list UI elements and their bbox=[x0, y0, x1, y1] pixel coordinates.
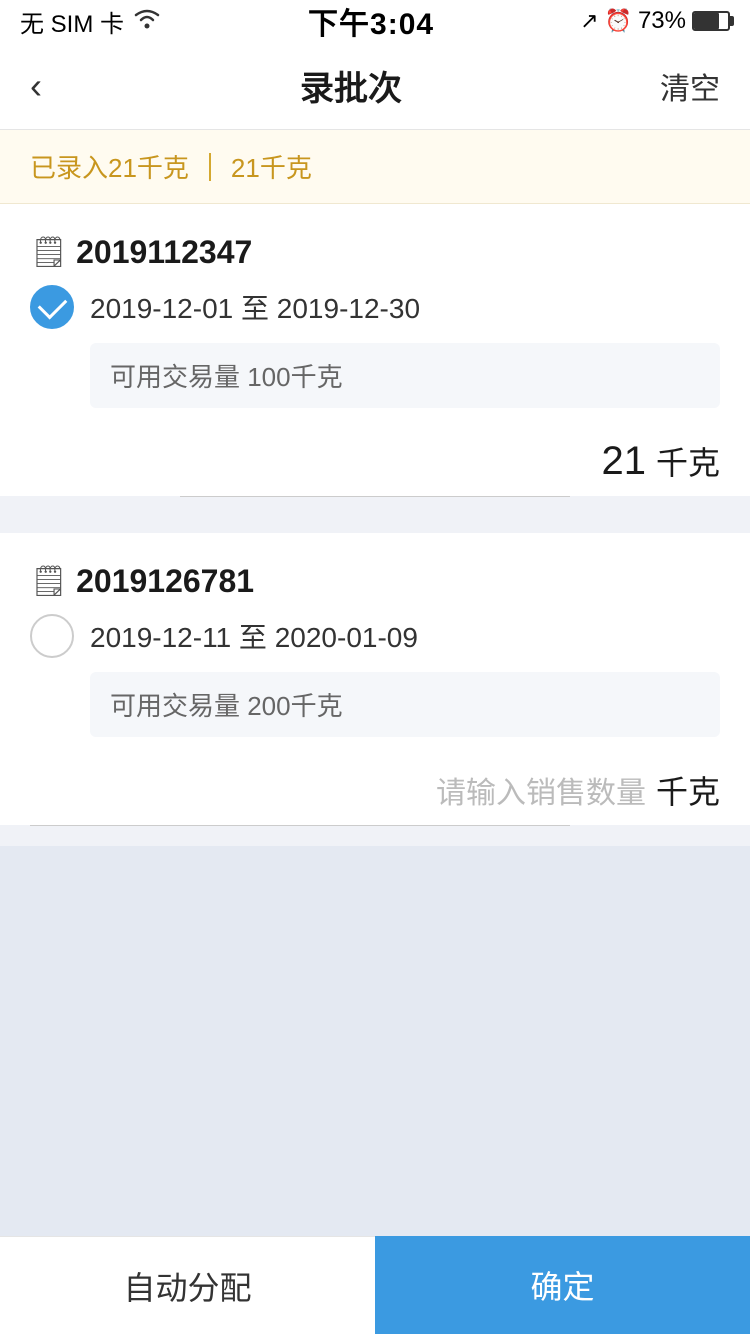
info-banner: 已录入21千克 21千克 bbox=[0, 130, 750, 204]
batch1-id: 2019112347 bbox=[76, 234, 252, 271]
nav-bar: ‹ 录批次 清空 bbox=[0, 42, 750, 130]
status-bar: 无 SIM 卡 下午3:04 ↗ ⏰ 73% bbox=[0, 0, 750, 42]
location-icon: ↗ bbox=[580, 8, 598, 34]
alarm-icon: ⏰ bbox=[605, 8, 632, 34]
batch2-id: 2019126781 bbox=[76, 563, 254, 600]
batch2-card: 🗒 2019126781 2019-12-11 至 2020-01-09 可用交… bbox=[0, 533, 750, 747]
total-amount: 21千克 bbox=[231, 148, 312, 185]
batch1-date-range: 2019-12-01 至 2019-12-30 bbox=[90, 287, 420, 327]
wifi-icon bbox=[132, 7, 162, 36]
status-time: 下午3:04 bbox=[308, 0, 434, 43]
batch1-card: 🗒 2019112347 2019-12-01 至 2019-12-30 可用交… bbox=[0, 204, 750, 418]
batch2-quantity-placeholder: 请输入销售数量 bbox=[436, 768, 646, 812]
batch2-avail: 可用交易量 200千克 bbox=[90, 672, 720, 737]
batch1-doc-icon: 🗒 bbox=[30, 235, 68, 270]
battery-text: 73% bbox=[638, 7, 686, 35]
batch2-unit: 千克 bbox=[656, 767, 720, 813]
batch2-underline bbox=[30, 825, 570, 826]
batch2-doc-icon: 🗒 bbox=[30, 564, 68, 599]
recorded-amount: 已录入21千克 bbox=[30, 148, 189, 185]
bottom-bar: 自动分配 确定 bbox=[0, 1236, 750, 1334]
banner-divider bbox=[209, 153, 211, 181]
card-divider bbox=[0, 517, 750, 533]
batch1-underline bbox=[180, 496, 570, 497]
carrier-text: 无 SIM 卡 bbox=[20, 4, 124, 39]
batch1-date-row: 2019-12-01 至 2019-12-30 bbox=[30, 285, 720, 329]
page-title: 录批次 bbox=[300, 61, 402, 110]
batch2-radio[interactable] bbox=[30, 614, 74, 658]
batch1-quantity-value: 21 bbox=[601, 439, 646, 484]
batch2-date-range: 2019-12-11 至 2020-01-09 bbox=[90, 616, 418, 656]
batch1-avail: 可用交易量 100千克 bbox=[90, 343, 720, 408]
auto-distribute-button[interactable]: 自动分配 bbox=[0, 1236, 375, 1334]
batch1-header: 🗒 2019112347 bbox=[30, 234, 720, 271]
batch1-quantity-row: 21 千克 bbox=[0, 418, 750, 496]
back-button[interactable]: ‹ bbox=[30, 65, 42, 107]
battery-icon bbox=[692, 11, 730, 31]
batch2-input-row: 请输入销售数量 千克 bbox=[0, 747, 750, 825]
clear-button[interactable]: 清空 bbox=[660, 64, 720, 108]
batch1-radio[interactable] bbox=[30, 285, 74, 329]
batch1-unit: 千克 bbox=[656, 438, 720, 484]
batch2-header: 🗒 2019126781 bbox=[30, 563, 720, 600]
batch2-date-row: 2019-12-11 至 2020-01-09 bbox=[30, 614, 720, 658]
confirm-button[interactable]: 确定 bbox=[375, 1236, 750, 1334]
